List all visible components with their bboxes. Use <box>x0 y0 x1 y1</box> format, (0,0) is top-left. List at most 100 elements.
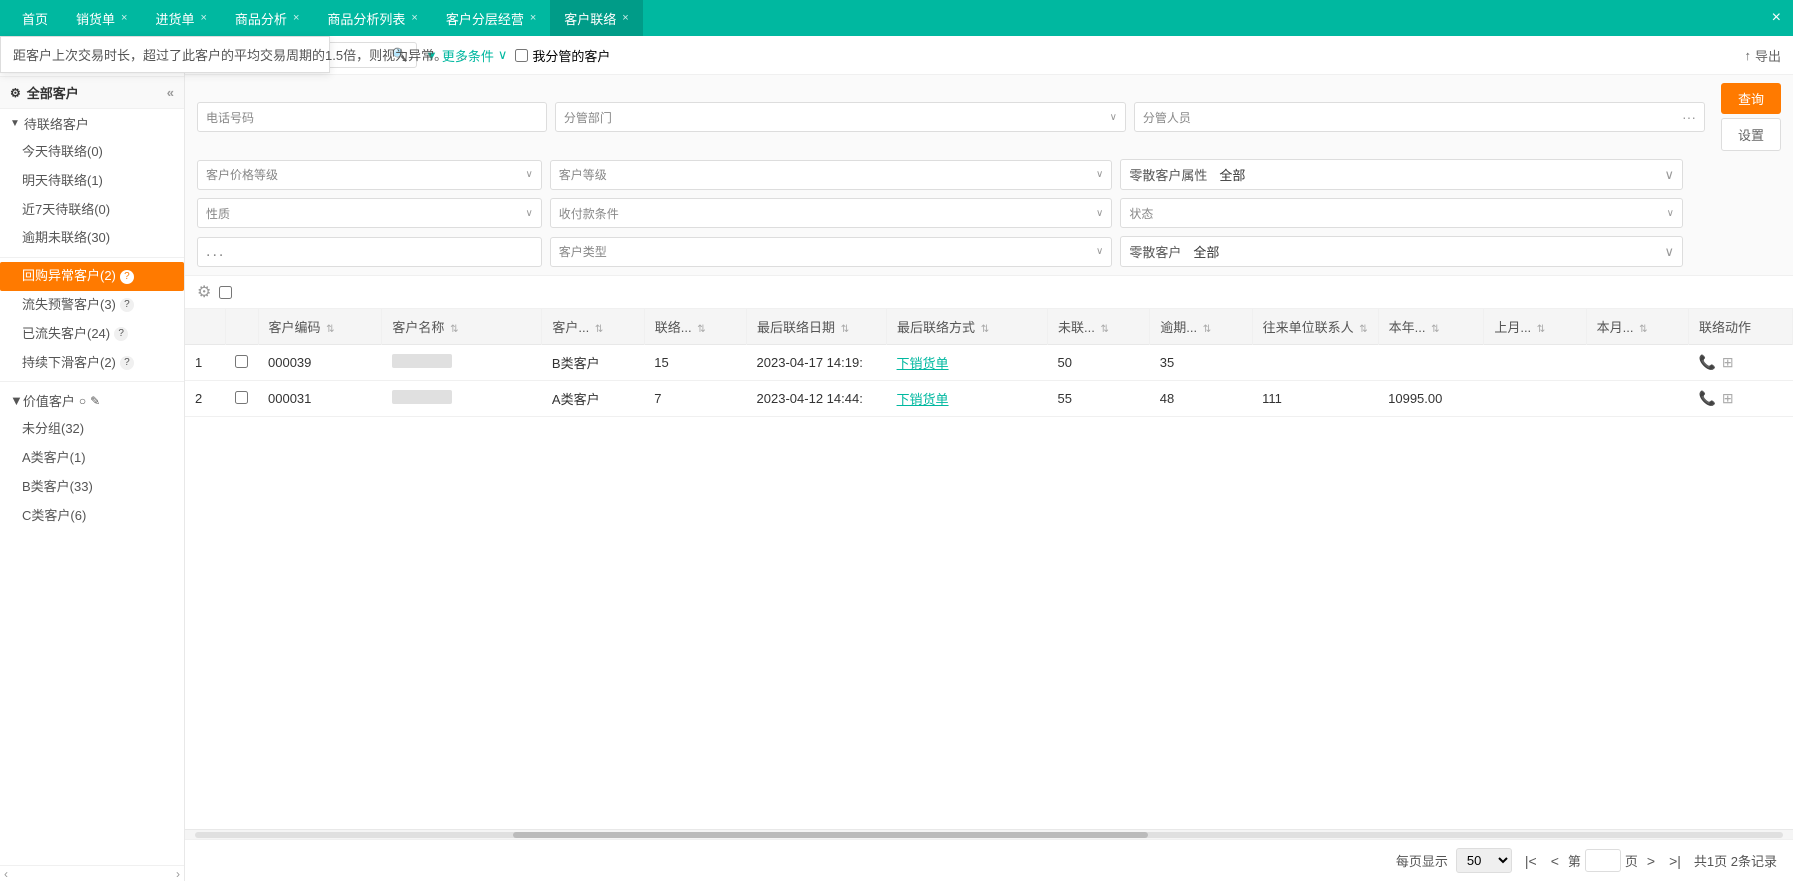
sort-icon-date: ⇅ <box>841 324 849 335</box>
scrollbar-thumb[interactable] <box>513 832 1148 838</box>
pending-group-label: 待联络客户 <box>24 114 89 133</box>
col-partner-contact[interactable]: 往来单位联系人 ⇅ <box>1252 309 1378 345</box>
export-btn[interactable]: ↑ 导出 <box>1744 46 1781 65</box>
payment-field[interactable]: 收付款条件 ∨ <box>550 198 1113 228</box>
sidebar-item-tomorrow[interactable]: 明天待联络(1) <box>0 167 184 196</box>
action-phone-2[interactable]: 📞 <box>1698 390 1715 407</box>
cell-lastmonth-2 <box>1484 381 1586 417</box>
table-gear-icon[interactable]: ⚙ <box>197 282 211 302</box>
nav-item-sales[interactable]: 销货单 × <box>62 0 141 36</box>
sidebar-item-overdue[interactable]: 逾期未联络(30) <box>0 224 184 253</box>
page-last-btn[interactable]: >| <box>1664 851 1686 871</box>
price-level-field[interactable]: 客户价格等级 ∨ <box>197 160 542 190</box>
sidebar-item-a-class[interactable]: A类客户(1) <box>0 444 184 473</box>
sort-icon-code: ⇅ <box>326 324 334 335</box>
sort-icon-year: ⇅ <box>1431 324 1439 335</box>
sidebar-item-declining[interactable]: 持续下滑客户(2) ? <box>0 349 184 378</box>
cell-method-1[interactable]: 下销货单 <box>887 345 1048 381</box>
all-customers-label: 全部客户 <box>27 83 79 102</box>
pending-group[interactable]: ▼ 待联络客户 <box>0 109 184 138</box>
status-field[interactable]: 状态 ∨ <box>1120 198 1683 228</box>
top-nav: 首页 销货单 × 进货单 × 商品分析 × 商品分析列表 × 客户分层经营 × … <box>0 0 1793 36</box>
col-this-year[interactable]: 本年... ⇅ <box>1378 309 1484 345</box>
nav-close-customer-contact[interactable]: × <box>622 12 628 24</box>
nav-close-sales[interactable]: × <box>121 12 127 24</box>
sidebar-collapse-icon[interactable]: « <box>167 85 174 100</box>
nav-item-purchase[interactable]: 进货单 × <box>141 0 220 36</box>
declining-icon[interactable]: ? <box>120 356 134 370</box>
value-edit-icon[interactable]: ○ <box>79 394 86 408</box>
gender-field[interactable]: 性质 ∨ <box>197 198 542 228</box>
table-area[interactable]: 客户编码 ⇅ 客户名称 ⇅ 客户... ⇅ 联络... <box>185 309 1793 829</box>
page-input[interactable]: 1 <box>1585 849 1621 872</box>
nav-close-analysis-list[interactable]: × <box>411 12 417 24</box>
query-button[interactable]: 查询 <box>1721 83 1781 114</box>
customer-type-field[interactable]: 客户类型 ∨ <box>550 237 1113 267</box>
my-customers-checkbox-wrap[interactable]: 我分管的客户 <box>515 46 610 65</box>
close-all-tabs[interactable]: × <box>1772 9 1781 27</box>
cell-contact-1: 15 <box>644 345 746 381</box>
sidebar-scroll-left[interactable]: ‹ <box>4 867 8 881</box>
row-checkbox-1[interactable] <box>235 355 248 368</box>
more-field[interactable]: ... <box>197 237 542 267</box>
customer-level-field[interactable]: 客户等级 ∨ <box>550 160 1113 190</box>
sidebar-item-c-class[interactable]: C类客户(6) <box>0 502 184 531</box>
nav-item-customer-contact[interactable]: 客户联络 × <box>550 0 642 36</box>
nav-item-customer-tier[interactable]: 客户分层经营 × <box>432 0 550 36</box>
nav-item-analysis[interactable]: 商品分析 × <box>221 0 313 36</box>
method-link-1[interactable]: 下销货单 <box>897 356 949 371</box>
nav-item-home[interactable]: 首页 <box>8 0 62 36</box>
page-next-btn[interactable]: > <box>1642 851 1660 871</box>
already-lost-icon[interactable]: ? <box>114 327 128 341</box>
action-more-2[interactable]: ⊞ <box>1722 390 1734 407</box>
settings-button[interactable]: 设置 <box>1721 118 1781 151</box>
sidebar-item-repurchase-anomaly[interactable]: 回购异常客户(2) ? <box>0 262 184 291</box>
col-last-contact-date[interactable]: 最后联络日期 ⇅ <box>747 309 887 345</box>
repurchase-info-icon[interactable]: ? <box>120 270 134 284</box>
col-contact-count[interactable]: 联络... ⇅ <box>644 309 746 345</box>
table-scrollbar[interactable] <box>185 829 1793 839</box>
sidebar-scroll-right[interactable]: › <box>176 867 180 881</box>
value-settings-icon[interactable]: ✎ <box>90 394 100 408</box>
col-last-contact-method[interactable]: 最后联络方式 ⇅ <box>887 309 1048 345</box>
nav-close-purchase[interactable]: × <box>200 12 206 24</box>
action-more-1[interactable]: ⊞ <box>1722 354 1734 371</box>
my-customers-checkbox[interactable] <box>515 49 528 62</box>
cell-contact-2: 7 <box>644 381 746 417</box>
method-link-2[interactable]: 下销货单 <box>897 392 949 407</box>
branch-person-field[interactable]: 分管人员 ··· <box>1134 102 1705 132</box>
sidebar-item-7days[interactable]: 近7天待联络(0) <box>0 196 184 225</box>
retail-customer-arrow: ∨ <box>1664 244 1674 260</box>
cell-checkbox-2[interactable] <box>225 381 258 417</box>
col-customer-code[interactable]: 客户编码 ⇅ <box>258 309 382 345</box>
cell-checkbox-1[interactable] <box>225 345 258 381</box>
nav-close-customer-tier[interactable]: × <box>530 12 536 24</box>
branch-person-more[interactable]: ··· <box>1682 109 1696 125</box>
branch-dept-field[interactable]: 分管部门 ∨ <box>555 102 1126 132</box>
nav-close-analysis[interactable]: × <box>293 12 299 24</box>
col-customer-level[interactable]: 客户... ⇅ <box>542 309 644 345</box>
col-overdue[interactable]: 逾期... ⇅ <box>1150 309 1252 345</box>
sidebar-item-ungrouped[interactable]: 未分组(32) <box>0 415 184 444</box>
lost-warning-icon[interactable]: ? <box>120 298 134 312</box>
value-group[interactable]: ▼ 价值客户 ○ ✎ <box>0 386 184 415</box>
row-checkbox-2[interactable] <box>235 391 248 404</box>
col-customer-name[interactable]: 客户名称 ⇅ <box>382 309 542 345</box>
page-first-btn[interactable]: |< <box>1520 851 1542 871</box>
action-phone-1[interactable]: 📞 <box>1698 354 1715 371</box>
col-last-month[interactable]: 上月... ⇅ <box>1484 309 1586 345</box>
page-prev-btn[interactable]: < <box>1546 851 1564 871</box>
cell-method-2[interactable]: 下销货单 <box>887 381 1048 417</box>
sidebar-item-lost-warning[interactable]: 流失预警客户(3) ? <box>0 291 184 320</box>
col-this-month[interactable]: 本月... ⇅ <box>1586 309 1688 345</box>
nav-item-analysis-list[interactable]: 商品分析列表 × <box>313 0 431 36</box>
sidebar-item-b-class[interactable]: B类客户(33) <box>0 473 184 502</box>
table-select-all[interactable] <box>219 286 232 299</box>
sidebar-item-today[interactable]: 今天待联络(0) <box>0 138 184 167</box>
col-unread[interactable]: 未联... ⇅ <box>1047 309 1149 345</box>
sidebar-item-already-lost[interactable]: 已流失客户(24) ? <box>0 320 184 349</box>
per-page-select[interactable]: 50 100 200 <box>1456 848 1512 873</box>
gender-arrow: ∨ <box>525 208 532 219</box>
phone-field[interactable]: 电话号码 <box>197 102 547 132</box>
page-label-post: 页 <box>1625 851 1638 870</box>
